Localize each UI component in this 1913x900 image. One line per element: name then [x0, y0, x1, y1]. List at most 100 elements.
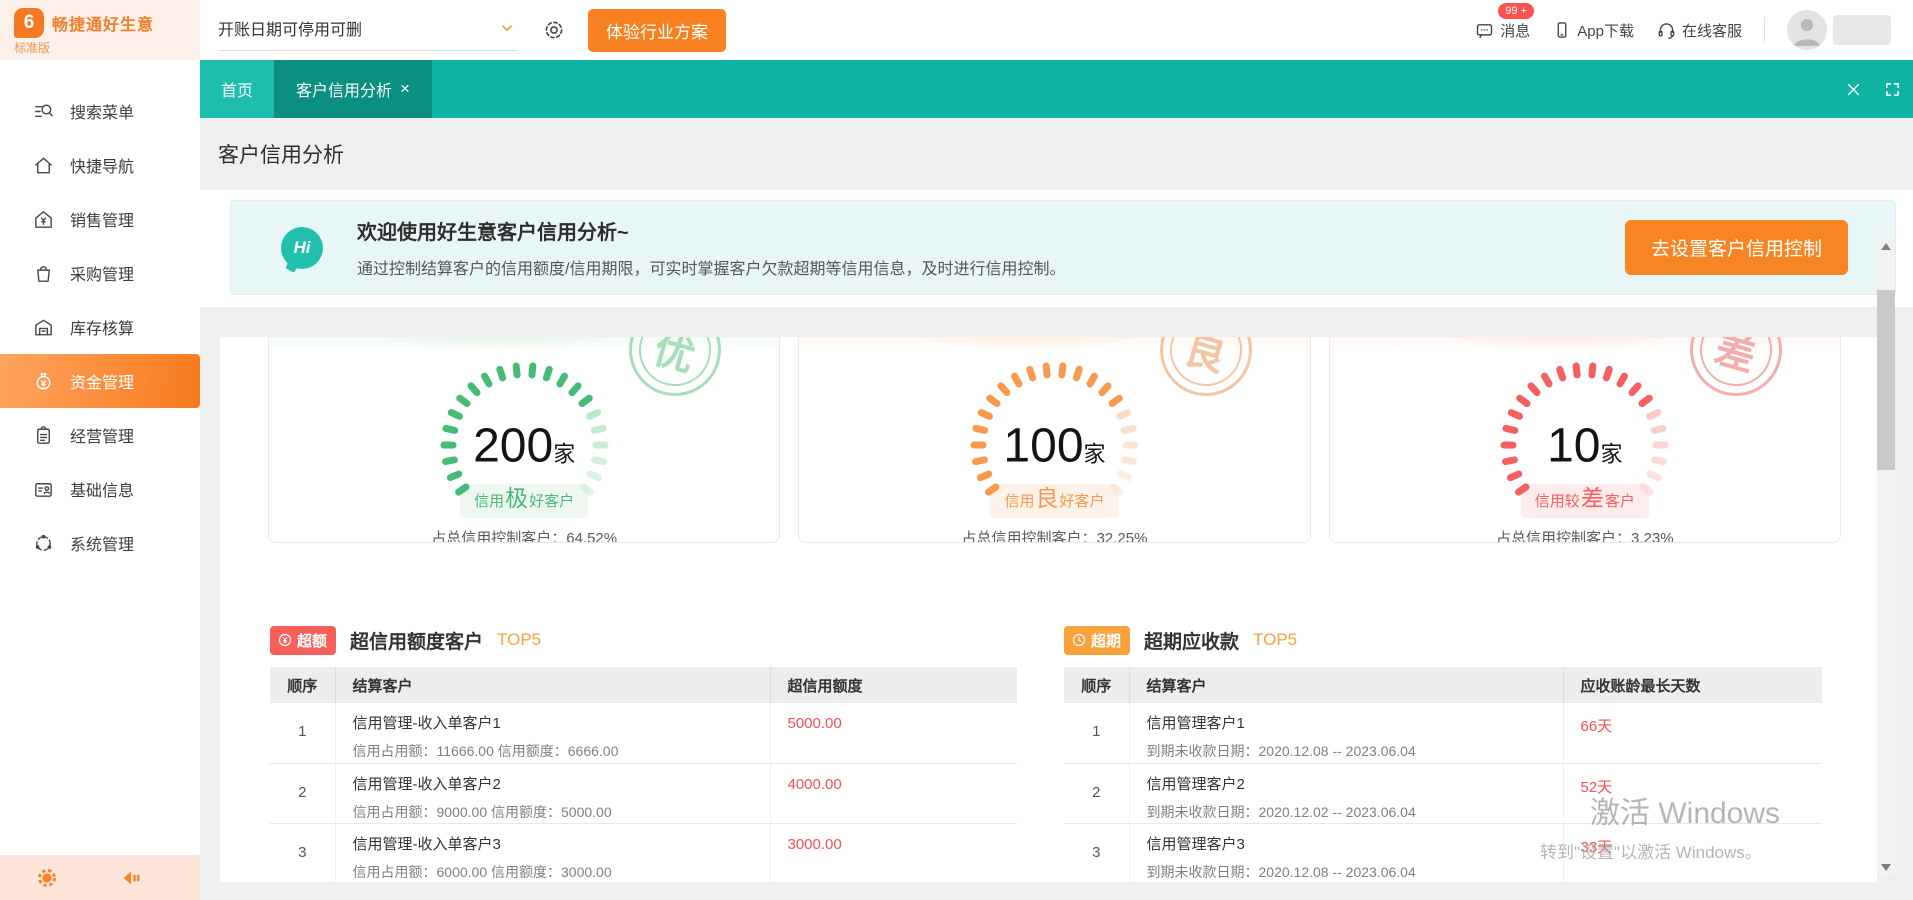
- vertical-scrollbar[interactable]: [1877, 237, 1895, 877]
- account-book-select[interactable]: 开账日期可停用可删: [218, 10, 518, 51]
- edition-label: 标准版: [14, 41, 51, 55]
- gauge-excellent: 200家: [419, 354, 629, 498]
- user-account[interactable]: [1787, 10, 1891, 50]
- scroll-down-arrow[interactable]: [1881, 864, 1891, 871]
- setup-credit-control-button[interactable]: 去设置客户信用控制: [1624, 220, 1848, 275]
- collapse-sidebar-icon[interactable]: [120, 867, 142, 889]
- messages-badge: 99 +: [1498, 2, 1534, 19]
- table-row[interactable]: 1 信用管理客户1 到期未收款日期：2020.12.08 -- 2023.06.0…: [1064, 703, 1822, 764]
- search-menu-icon: [35, 104, 53, 117]
- app-download-label: App下载: [1577, 22, 1634, 40]
- tab-home[interactable]: 首页: [200, 60, 274, 118]
- over-credit-value: 5000.00: [769, 703, 1017, 764]
- stamp-poor: 差: [1679, 337, 1793, 407]
- sidebar-item-label: 系统管理: [70, 537, 135, 554]
- sidebar-item-label: 快捷导航: [70, 159, 135, 176]
- home-icon: [35, 157, 52, 173]
- sidebar-item-label: 基础信息: [70, 483, 135, 500]
- scrollbar-thumb[interactable]: [1877, 290, 1895, 470]
- message-icon: [1477, 23, 1493, 38]
- app-download-link[interactable]: App下载: [1552, 20, 1634, 41]
- gauge-poor: 10家: [1480, 354, 1690, 498]
- settings-gear-icon[interactable]: [36, 867, 58, 889]
- over-credit-value: 4000.00: [769, 763, 1017, 824]
- sidebar-item-operations[interactable]: 经营管理: [0, 408, 200, 462]
- table-row[interactable]: 2 信用管理客户2 到期未收款日期：2020.12.02 -- 2023.06.0…: [1064, 763, 1822, 824]
- close-all-icon[interactable]: [1845, 81, 1862, 98]
- banner-subtitle: 通过控制结算客户的信用额度/信用期限，可实时掌握客户欠款超期等信用信息，及时进行…: [357, 261, 1066, 278]
- col-order: 顺序: [270, 667, 335, 703]
- avatar: [1787, 10, 1827, 50]
- card-credit-poor: 差 10家 信用较差客户 占总信用控制客户：3.23%: [1328, 337, 1841, 543]
- overdue-receivables-table: 超期 超期应收款 TOP5 顺序 结算客户 应收账龄最长天数 1 信用管理客户1…: [1064, 625, 1822, 882]
- customer-name: 信用管理客户1: [1146, 715, 1245, 732]
- content-panel: 优 200家 信用极好客户 占总信用控制客户：64.52% 良 100家 信用 …: [220, 337, 1877, 882]
- gauge-cards-row: 优 200家 信用极好客户 占总信用控制客户：64.52% 良 100家 信用 …: [220, 337, 1877, 543]
- tab-credit-analysis[interactable]: 客户信用分析 ×: [274, 60, 432, 118]
- sidebar-item-inventory[interactable]: 库存核算: [0, 300, 200, 354]
- gauge-value: 10家: [1547, 419, 1623, 473]
- share-of-total: 占总信用控制客户：3.23%: [1496, 530, 1674, 543]
- sidebar-item-label: 库存核算: [70, 321, 135, 338]
- overdue-detail: 到期未收款日期：2020.12.02 -- 2023.06.04: [1146, 803, 1416, 820]
- share-of-total: 占总信用控制客户：32.25%: [961, 530, 1148, 543]
- overdue-detail: 到期未收款日期：2020.12.08 -- 2023.06.04: [1146, 743, 1416, 759]
- tabbar-actions: [1845, 60, 1901, 118]
- sidebar-item-base-info[interactable]: 基础信息: [0, 462, 200, 516]
- col-max-aging-days: 应收账龄最长天数: [1562, 667, 1822, 703]
- customer-name: 信用管理-收入单客户2: [352, 775, 501, 793]
- col-over-credit: 超信用额度: [769, 667, 1017, 703]
- sidebar-item-sales[interactable]: 销售管理: [0, 192, 200, 246]
- top5-label: TOP5: [497, 630, 542, 649]
- table-row[interactable]: 2 信用管理-收入单客户2 信用占用额：9000.00 信用额度：5000.00 …: [270, 763, 1017, 824]
- credit-detail: 信用占用额：9000.00 信用额度：5000.00: [352, 803, 612, 820]
- sidebar-item-label: 销售管理: [70, 213, 135, 230]
- tab-close-icon[interactable]: ×: [400, 79, 410, 99]
- id-card-icon: [35, 482, 52, 497]
- sidebar-footer: [0, 855, 200, 900]
- tab-label: 客户信用分析: [296, 83, 393, 100]
- yuan-circle-icon: [278, 633, 292, 647]
- messages-link[interactable]: 99 + 消息: [1474, 2, 1534, 41]
- header-divider: [1764, 17, 1765, 43]
- credit-level-badge: 信用极好客户: [460, 484, 589, 518]
- card-credit-good: 良 100家 信用良好客户 占总信用控制客户：32.25%: [798, 337, 1311, 543]
- logo-area: 6 畅捷通好生意 标准版: [0, 0, 200, 60]
- table-row[interactable]: 3 信用管理客户3 到期未收款日期：2020.12.08 -- 2023.06.0…: [1064, 823, 1822, 882]
- customer-name: 信用管理-收入单客户3: [352, 835, 501, 853]
- brand-logo-icon: 6: [14, 8, 44, 38]
- sidebar-item-purchase[interactable]: 采购管理: [0, 246, 200, 300]
- top-header: 开账日期可停用可删 体验行业方案 99 + 消息 App下载 在线客服: [200, 0, 1913, 60]
- money-bag-icon: [36, 372, 51, 389]
- clipboard-icon: [37, 425, 50, 444]
- main-column: 开账日期可停用可删 体验行业方案 99 + 消息 App下载 在线客服 首页 客…: [200, 0, 1913, 900]
- sidebar-item-search-menu[interactable]: 搜索菜单: [0, 84, 200, 138]
- tables-row: 超额 超信用额度客户 TOP5 顺序 结算客户 超信用额度 1 信用管理-收入单…: [220, 625, 1877, 882]
- scroll-up-arrow[interactable]: [1881, 243, 1891, 250]
- table-row[interactable]: 1 信用管理-收入单客户1 信用占用额：11666.00 信用额度：6666.00…: [270, 703, 1017, 764]
- share-of-total: 占总信用控制客户：64.52%: [431, 530, 618, 543]
- header-right-cluster: 99 + 消息 App下载 在线客服: [1474, 2, 1913, 50]
- aging-days-value: 52天: [1562, 763, 1822, 824]
- sidebar-item-system[interactable]: 系统管理: [0, 516, 200, 570]
- sidebar-item-funds[interactable]: 资金管理: [0, 354, 200, 408]
- table-row[interactable]: 3 信用管理-收入单客户3 信用占用额：6000.00 信用额度：3000.00 …: [270, 823, 1017, 882]
- table-title: 超期应收款: [1144, 631, 1240, 653]
- table-header-row: 顺序 结算客户 超信用额度: [270, 667, 1017, 703]
- mobile-app-icon: [1557, 22, 1567, 38]
- sidebar-item-label: 搜索菜单: [70, 105, 135, 122]
- customer-name: 信用管理客户2: [1146, 775, 1245, 793]
- chevron-down-icon: [502, 24, 512, 31]
- fullscreen-icon[interactable]: [1884, 81, 1901, 98]
- sidebar-item-label: 经营管理: [70, 429, 135, 446]
- over-credit-value: 3000.00: [769, 823, 1017, 882]
- header-gear-icon[interactable]: [542, 18, 566, 42]
- sidebar-item-quick-nav[interactable]: 快捷导航: [0, 138, 200, 192]
- overdue-table-header: 超期 超期应收款 TOP5: [1064, 625, 1822, 655]
- online-service-link[interactable]: 在线客服: [1656, 20, 1742, 41]
- tab-bar: 首页 客户信用分析 ×: [200, 60, 1913, 118]
- card-credit-excellent: 优 200家 信用极好客户 占总信用控制客户：64.52%: [268, 337, 781, 543]
- sidebar-item-label: 采购管理: [70, 267, 135, 284]
- banner-text: 欢迎使用好生意客户信用分析~ 通过控制结算客户的信用额度/信用期限，可实时掌握客…: [357, 216, 1065, 279]
- trial-industry-button[interactable]: 体验行业方案: [588, 8, 726, 52]
